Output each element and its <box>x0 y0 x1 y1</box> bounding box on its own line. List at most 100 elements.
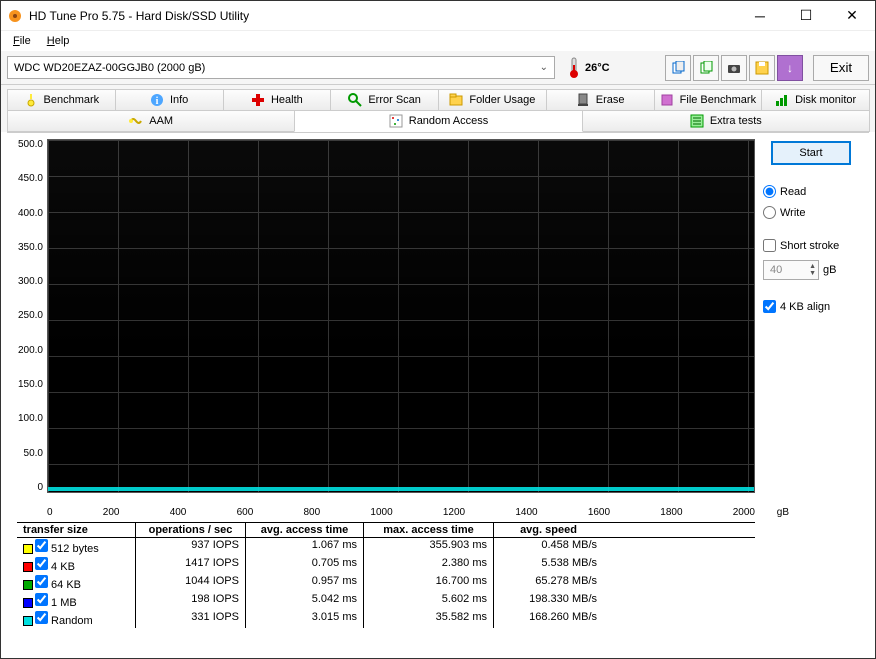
short-stroke-input[interactable]: 40 ▲▼ <box>763 260 819 280</box>
short-stroke-checkbox[interactable]: Short stroke <box>763 239 859 252</box>
cell-avg_acc: 1.067 ms <box>245 538 363 556</box>
y-tick: 150.0 <box>18 379 43 390</box>
tabs: BenchmarkiInfoHealthError ScanFolder Usa… <box>1 85 875 132</box>
toolbar: WDC WD20EZAZ-00GGJB0 (2000 gB) ⌄ 26°C ↓ … <box>1 51 875 85</box>
exit-button[interactable]: Exit <box>813 55 869 81</box>
cell-size: 64 KB <box>17 574 135 592</box>
content: ms 500.0450.0400.0350.0300.0250.0200.015… <box>7 132 869 658</box>
save-button[interactable] <box>749 55 775 81</box>
minimize-button[interactable]: ─ <box>737 1 783 31</box>
series-checkbox[interactable] <box>35 593 48 606</box>
tab-error-scan[interactable]: Error Scan <box>330 89 439 111</box>
tab-icon <box>576 93 590 107</box>
col-header: avg. speed <box>493 523 603 537</box>
tab-info[interactable]: iInfo <box>115 89 224 111</box>
x-tick: 1200 <box>443 507 465 518</box>
left-pane: ms 500.0450.0400.0350.0300.0250.0200.015… <box>17 139 755 654</box>
chevron-down-icon: ⌄ <box>540 62 548 73</box>
x-tick: 400 <box>170 507 187 518</box>
y-axis: ms 500.0450.0400.0350.0300.0250.0200.015… <box>17 139 47 507</box>
series-swatch <box>23 562 33 572</box>
cell-ops: 1044 IOPS <box>135 574 245 592</box>
spinner-icon[interactable]: ▲▼ <box>809 263 816 277</box>
table-row: 512 bytes937 IOPS1.067 ms355.903 ms0.458… <box>17 538 755 556</box>
y-tick: 250.0 <box>18 310 43 321</box>
y-tick: 0 <box>37 482 43 493</box>
y-tick: 450.0 <box>18 173 43 184</box>
series-checkbox[interactable] <box>35 611 48 624</box>
cell-max_acc: 16.700 ms <box>363 574 493 592</box>
copy-results-button[interactable] <box>693 55 719 81</box>
series-swatch <box>23 580 33 590</box>
window-title: HD Tune Pro 5.75 - Hard Disk/SSD Utility <box>29 9 737 23</box>
menubar: File Help <box>1 31 875 51</box>
cell-max_acc: 35.582 ms <box>363 610 493 628</box>
tab-benchmark[interactable]: Benchmark <box>7 89 116 111</box>
menu-file[interactable]: File <box>7 33 37 49</box>
maximize-button[interactable]: ☐ <box>783 1 829 31</box>
temperature-display: 26°C <box>567 57 610 79</box>
table-row: 1 MB198 IOPS5.042 ms5.602 ms198.330 MB/s <box>17 592 755 610</box>
cell-ops: 331 IOPS <box>135 610 245 628</box>
cell-avg_acc: 5.042 ms <box>245 592 363 610</box>
screenshot-button[interactable] <box>721 55 747 81</box>
tab-aam[interactable]: AAM <box>7 110 295 132</box>
x-tick: 600 <box>237 507 254 518</box>
copy-info-button[interactable] <box>665 55 691 81</box>
tab-erase[interactable]: Erase <box>546 89 655 111</box>
x-tick: 200 <box>103 507 120 518</box>
tab-disk-monitor[interactable]: Disk monitor <box>761 89 870 111</box>
cell-avg_acc: 0.957 ms <box>245 574 363 592</box>
x-axis: gB 0200400600800100012001400160018002000 <box>17 507 755 520</box>
cell-max_acc: 355.903 ms <box>363 538 493 556</box>
series-checkbox[interactable] <box>35 575 48 588</box>
chart-area: ms 500.0450.0400.0350.0300.0250.0200.015… <box>17 139 755 507</box>
tab-icon <box>24 93 38 107</box>
x-tick: 0 <box>47 507 53 518</box>
tab-health[interactable]: Health <box>223 89 332 111</box>
cell-avg_acc: 3.015 ms <box>245 610 363 628</box>
cell-ops: 198 IOPS <box>135 592 245 610</box>
thermometer-icon <box>567 57 581 79</box>
options-button[interactable]: ↓ <box>777 55 803 81</box>
cell-avg_acc: 0.705 ms <box>245 556 363 574</box>
cell-ops: 1417 IOPS <box>135 556 245 574</box>
tab-folder-usage[interactable]: Folder Usage <box>438 89 547 111</box>
cell-max_acc: 2.380 ms <box>363 556 493 574</box>
y-tick: 350.0 <box>18 242 43 253</box>
cell-max_acc: 5.602 ms <box>363 592 493 610</box>
menu-help[interactable]: Help <box>41 33 76 49</box>
chart-baseline <box>48 487 754 491</box>
col-header: max. access time <box>363 523 493 537</box>
app-icon <box>7 8 23 24</box>
table-row: 64 KB1044 IOPS0.957 ms16.700 ms65.278 MB… <box>17 574 755 592</box>
align-checkbox[interactable]: 4 KB align <box>763 300 859 313</box>
drive-select[interactable]: WDC WD20EZAZ-00GGJB0 (2000 gB) ⌄ <box>7 56 555 79</box>
toolbar-icons: ↓ <box>665 55 803 81</box>
y-tick: 100.0 <box>18 413 43 424</box>
tab-icon <box>775 93 789 107</box>
tab-file-benchmark[interactable]: File Benchmark <box>654 89 763 111</box>
series-checkbox[interactable] <box>35 539 48 552</box>
start-button[interactable]: Start <box>771 141 851 165</box>
tab-random-access[interactable]: Random Access <box>294 110 582 132</box>
cell-ops: 937 IOPS <box>135 538 245 556</box>
write-radio[interactable]: Write <box>763 206 859 219</box>
cell-speed: 65.278 MB/s <box>493 574 603 592</box>
right-pane: Start Read Write Short stroke 40 ▲▼ gB 4… <box>763 139 859 654</box>
x-tick: 1800 <box>660 507 682 518</box>
titlebar: HD Tune Pro 5.75 - Hard Disk/SSD Utility… <box>1 1 875 31</box>
y-tick: 300.0 <box>18 276 43 287</box>
cell-size: 1 MB <box>17 592 135 610</box>
y-tick: 400.0 <box>18 208 43 219</box>
read-radio[interactable]: Read <box>763 185 859 198</box>
cell-speed: 0.458 MB/s <box>493 538 603 556</box>
series-swatch <box>23 616 33 626</box>
tab-extra-tests[interactable]: Extra tests <box>582 110 870 132</box>
series-checkbox[interactable] <box>35 557 48 570</box>
tab-icon <box>449 93 463 107</box>
cell-speed: 198.330 MB/s <box>493 592 603 610</box>
table-row: Random331 IOPS3.015 ms35.582 ms168.260 M… <box>17 610 755 628</box>
close-button[interactable]: ✕ <box>829 1 875 31</box>
tab-icon: i <box>150 93 164 107</box>
